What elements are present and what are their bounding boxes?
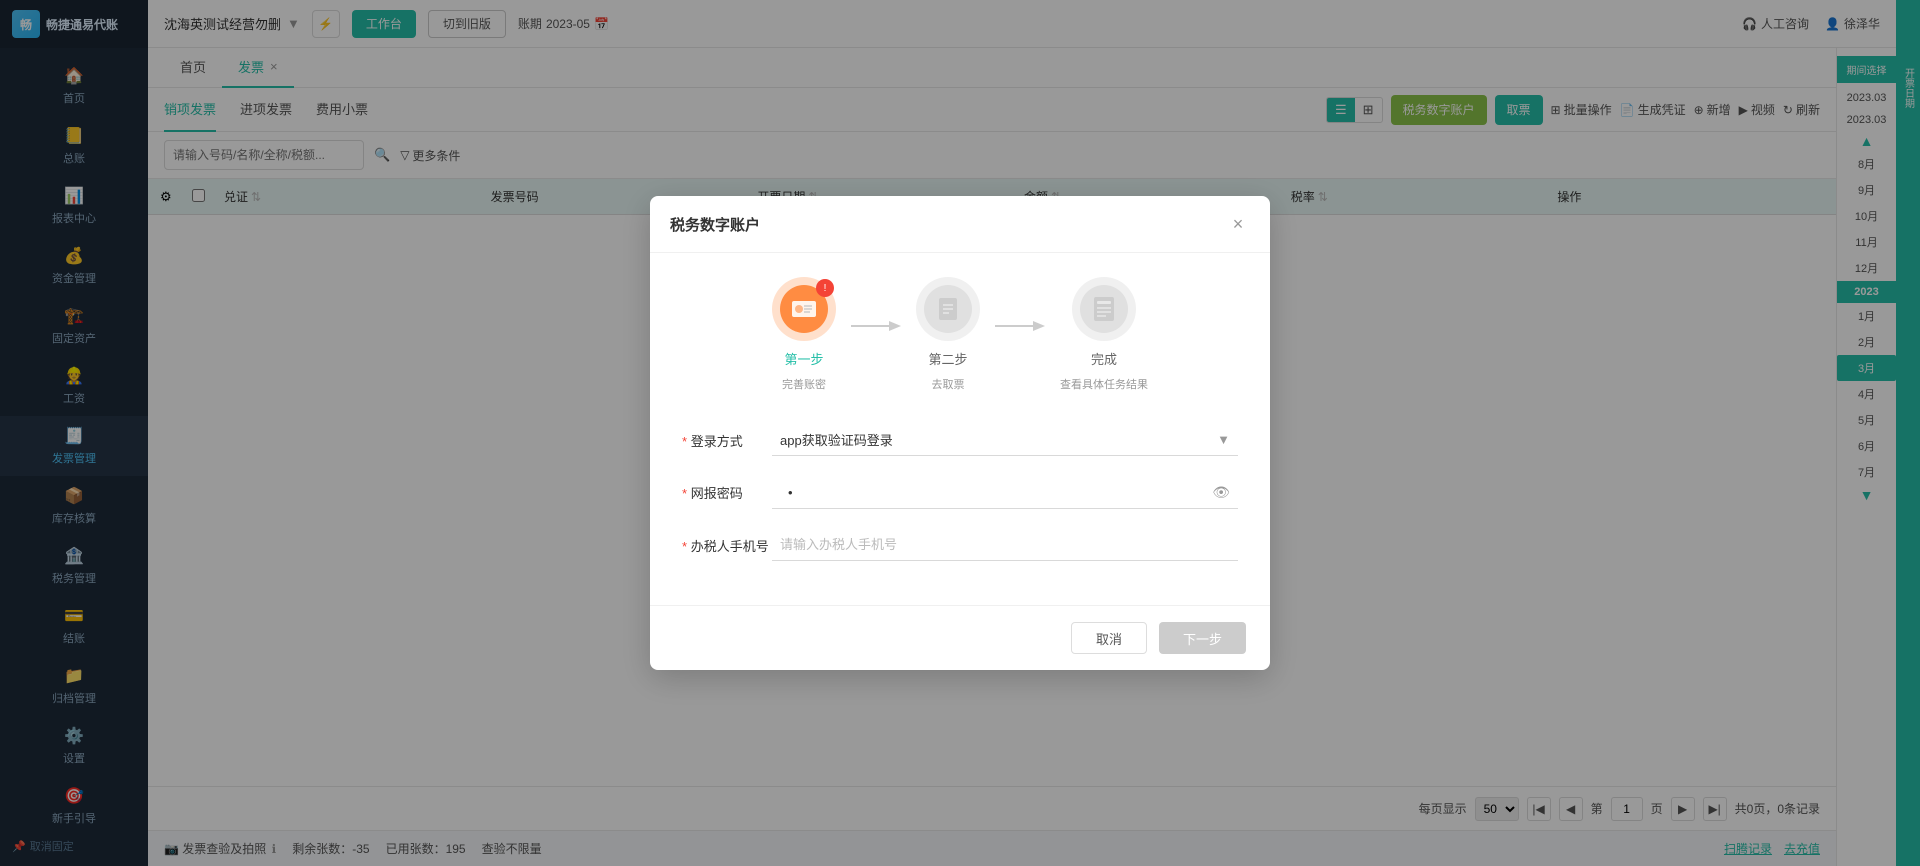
step-3-label: 完成 [1091, 349, 1117, 368]
modal-overlay: 税务数字账户 × [0, 0, 1920, 866]
password-field-wrapper: 👁 [772, 476, 1238, 509]
required-star-1: * [682, 434, 687, 449]
arrow-right-icon-2 [995, 316, 1045, 336]
step-3-icon [1080, 285, 1128, 333]
login-method-value: app获取验证码登录 [780, 430, 893, 449]
tax-account-modal: 税务数字账户 × [650, 196, 1270, 670]
step-arrow-2 [980, 316, 1060, 336]
step-3-sublabel: 查看具体任务结果 [1060, 376, 1148, 392]
login-method-select[interactable]: app获取验证码登录 ▼ [772, 424, 1238, 456]
modal-title: 税务数字账户 [670, 214, 760, 235]
modal-footer: 取消 下一步 [650, 605, 1270, 670]
password-label: * 网报密码 [682, 483, 772, 502]
step-2-icon [924, 285, 972, 333]
password-row: * 网报密码 👁 [682, 476, 1238, 509]
next-button[interactable]: 下一步 [1159, 622, 1246, 654]
step-arrow-1 [836, 316, 916, 336]
modal-body: ! 第一步 完善账密 [650, 253, 1270, 605]
step-3: 完成 查看具体任务结果 [1060, 277, 1148, 392]
required-star-2: * [682, 486, 687, 501]
cancel-button[interactable]: 取消 [1071, 622, 1147, 654]
phone-input[interactable] [772, 529, 1238, 561]
step-1-icon-wrapper: ! [772, 277, 836, 341]
modal-close-button[interactable]: × [1226, 212, 1250, 236]
password-input[interactable] [780, 476, 1212, 508]
step-2-icon-wrapper [916, 277, 980, 341]
modal-header: 税务数字账户 × [650, 196, 1270, 253]
step-3-icon-wrapper [1072, 277, 1136, 341]
id-card-icon [790, 295, 818, 323]
step-1-sublabel: 完善账密 [782, 376, 826, 392]
step-2-label: 第二步 [928, 349, 967, 368]
checklist-icon [1090, 295, 1118, 323]
required-star-3: * [682, 539, 687, 554]
eye-icon[interactable]: 👁 [1212, 484, 1230, 501]
steps-container: ! 第一步 完善账密 [682, 277, 1238, 392]
phone-label: * 办税人手机号 [682, 536, 772, 555]
step-2-sublabel: 去取票 [932, 376, 965, 392]
phone-row: * 办税人手机号 [682, 529, 1238, 561]
login-method-dropdown-icon: ▼ [1217, 432, 1230, 447]
login-method-label: * 登录方式 [682, 431, 772, 450]
login-method-row: * 登录方式 app获取验证码登录 ▼ [682, 424, 1238, 456]
step-1-label: 第一步 [784, 349, 823, 368]
step-1-badge: ! [816, 279, 834, 297]
arrow-right-icon [851, 316, 901, 336]
step-2: 第二步 去取票 [916, 277, 980, 392]
document-icon [934, 295, 962, 323]
step-1: ! 第一步 完善账密 [772, 277, 836, 392]
